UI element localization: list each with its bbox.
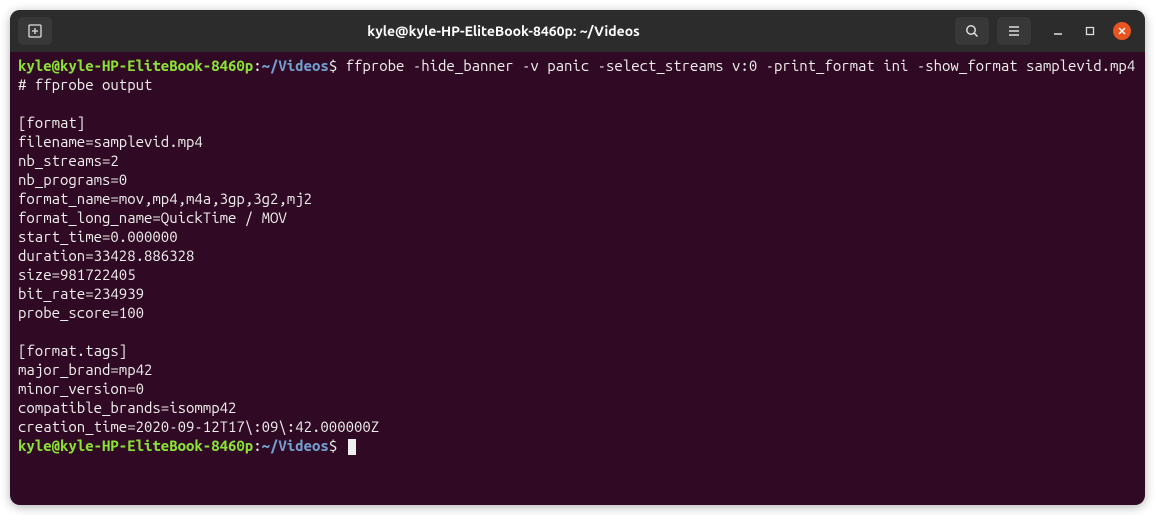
output-line: filename=samplevid.mp4 (18, 133, 203, 150)
titlebar: kyle@kyle-HP-EliteBook-8460p: ~/Videos (10, 10, 1145, 52)
output-line: minor_version=0 (18, 380, 144, 397)
cursor (348, 439, 356, 455)
output-header: # ffprobe output (18, 76, 152, 93)
prompt-user: kyle@kyle-HP-EliteBook-8460p (18, 57, 253, 74)
output-line: nb_streams=2 (18, 152, 119, 169)
hamburger-icon (1006, 23, 1022, 39)
output-line: compatible_brands=isommp42 (18, 399, 236, 416)
titlebar-right (955, 17, 1137, 45)
minimize-icon (1053, 26, 1063, 36)
search-icon (964, 23, 980, 39)
window-title: kyle@kyle-HP-EliteBook-8460p: ~/Videos (60, 23, 947, 39)
prompt-path: ~/Videos (262, 437, 329, 454)
prompt-separator: : (253, 57, 261, 74)
prompt-separator: : (253, 437, 261, 454)
prompt-symbol: $ (329, 437, 337, 454)
output-line: bit_rate=234939 (18, 285, 144, 302)
search-button[interactable] (955, 17, 989, 45)
new-tab-icon (27, 23, 43, 39)
output-section1: [format] (18, 114, 85, 131)
output-line: duration=33428.886328 (18, 247, 194, 264)
menu-button[interactable] (997, 17, 1031, 45)
output-line: probe_score=100 (18, 304, 144, 321)
output-line: format_name=mov,mp4,m4a,3gp,3g2,mj2 (18, 190, 312, 207)
window-controls (1049, 22, 1131, 40)
maximize-button[interactable] (1081, 22, 1099, 40)
output-line: creation_time=2020-09-12T17\:09\:42.0000… (18, 418, 379, 435)
terminal-body[interactable]: kyle@kyle-HP-EliteBook-8460p:~/Videos$ f… (10, 52, 1145, 505)
maximize-icon (1085, 26, 1095, 36)
close-button[interactable] (1113, 22, 1131, 40)
command-text: ffprobe -hide_banner -v panic -select_st… (346, 57, 1136, 74)
output-line: start_time=0.000000 (18, 228, 178, 245)
new-tab-button[interactable] (18, 17, 52, 45)
output-section2: [format.tags] (18, 342, 127, 359)
prompt-user: kyle@kyle-HP-EliteBook-8460p (18, 437, 253, 454)
close-icon (1117, 26, 1127, 36)
output-line: format_long_name=QuickTime / MOV (18, 209, 287, 226)
output-line: major_brand=mp42 (18, 361, 152, 378)
prompt-symbol: $ (329, 57, 337, 74)
terminal-window: kyle@kyle-HP-EliteBook-8460p: ~/Videos (10, 10, 1145, 505)
minimize-button[interactable] (1049, 22, 1067, 40)
prompt-path: ~/Videos (262, 57, 329, 74)
output-line: size=981722405 (18, 266, 136, 283)
output-line: nb_programs=0 (18, 171, 127, 188)
